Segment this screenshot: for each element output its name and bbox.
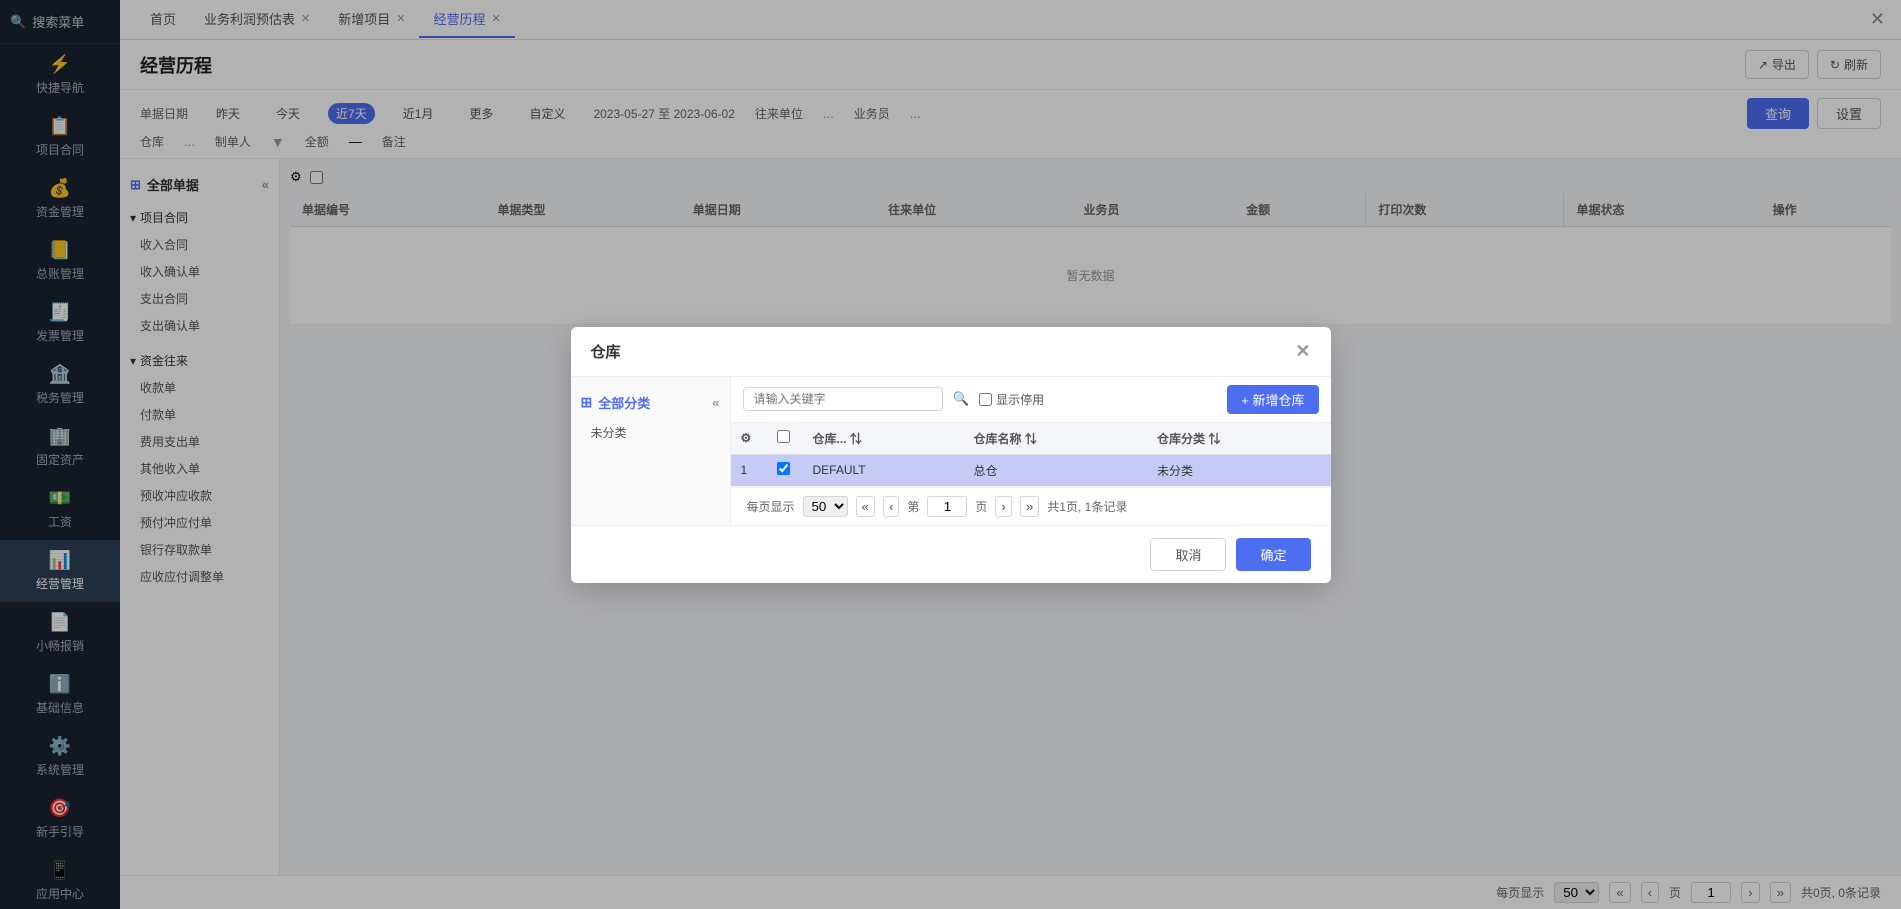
modal-show-disabled-label: 显示停用 [979,391,1044,408]
modal-add-warehouse-button[interactable]: + 新增仓库 [1227,385,1318,414]
modal-tree-collapse[interactable]: « [712,395,719,410]
modal-all-category-label: 全部分类 [598,393,650,412]
modal-body: ⊞ 全部分类 « 未分类 🔍 显示停用 + 新增 [571,377,1331,525]
modal-cancel-button[interactable]: 取消 [1150,538,1226,571]
row-number-cell: 1 [731,454,767,486]
row-checkbox[interactable] [777,462,790,475]
modal-table-wrap: ⚙ 仓库... ⇅ 仓库名称 ⇅ [731,423,1331,487]
row-category-cell: 未分类 [1147,454,1331,486]
modal-col-settings[interactable]: ⚙ [731,423,767,455]
modal-col-category[interactable]: 仓库分类 ⇅ [1147,423,1331,455]
modal-toolbar: 🔍 显示停用 + 新增仓库 [731,377,1331,423]
modal-col-code[interactable]: 仓库... ⇅ [803,423,964,455]
modal-show-disabled-checkbox[interactable] [979,393,992,406]
table-row[interactable]: 1 DEFAULT 总仓 未分类 [731,454,1331,486]
warehouse-modal: 仓库 ✕ ⊞ 全部分类 « 未分类 🔍 [571,327,1331,583]
modal-tree: ⊞ 全部分类 « 未分类 [571,377,731,525]
modal-page-label: 第 [907,498,919,515]
modal-last-page[interactable]: » [1020,496,1039,517]
modal-confirm-button[interactable]: 确定 [1236,538,1310,571]
modal-tree-item-unclassified[interactable]: 未分类 [571,418,730,447]
modal-actions: 取消 确定 [571,525,1331,583]
row-checkbox-cell[interactable] [767,454,803,486]
modal-close-button[interactable]: ✕ [1295,341,1310,362]
row-code-cell: DEFAULT [803,454,964,486]
modal-warehouse-table: ⚙ 仓库... ⇅ 仓库名称 ⇅ [731,423,1331,487]
grid-icon-modal: ⊞ [581,394,593,411]
row-name-cell: 总仓 [963,454,1147,486]
modal-per-page-label: 每页显示 [747,498,795,515]
modal-header: 仓库 ✕ [571,327,1331,377]
modal-table-select-all[interactable] [777,430,790,443]
modal-page-input[interactable] [927,496,967,517]
modal-col-name[interactable]: 仓库名称 ⇅ [963,423,1147,455]
modal-first-page[interactable]: « [856,496,875,517]
modal-page-suffix: 页 [975,498,987,515]
modal-footer-bar: 每页显示 50 « ‹ 第 页 › » 共1页, 1条记录 [731,487,1331,525]
modal-tree-header[interactable]: ⊞ 全部分类 « [571,387,730,418]
modal-next-page[interactable]: › [995,496,1011,517]
modal-per-page-select[interactable]: 50 [803,496,848,517]
modal-total-label: 共1页, 1条记录 [1047,498,1127,515]
modal-col-checkbox [767,423,803,455]
modal-title: 仓库 [591,341,621,362]
modal-prev-page[interactable]: ‹ [883,496,899,517]
modal-search-button[interactable]: 🔍 [953,391,970,407]
modal-search-input[interactable] [743,387,943,411]
modal-right-content: 🔍 显示停用 + 新增仓库 ⚙ [731,377,1331,525]
modal-overlay: 仓库 ✕ ⊞ 全部分类 « 未分类 🔍 [0,0,1901,909]
